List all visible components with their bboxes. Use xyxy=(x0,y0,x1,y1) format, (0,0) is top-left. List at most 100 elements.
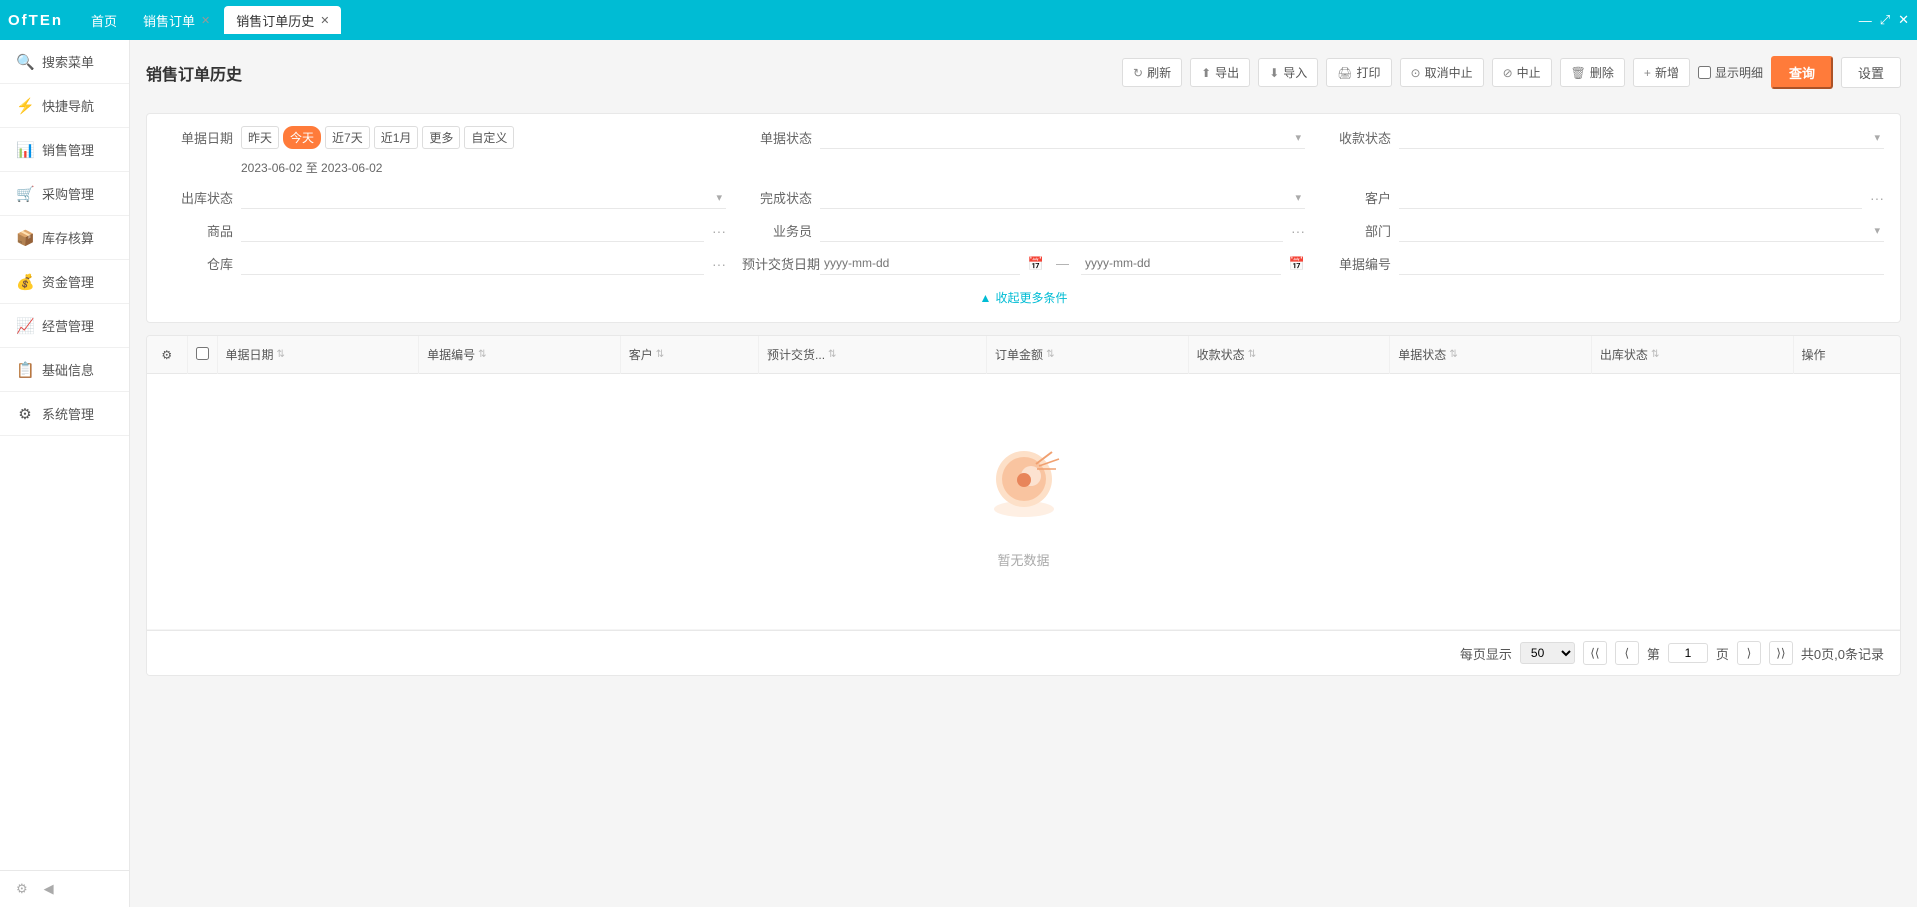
toolbar-btn-刷新[interactable]: ↻刷新 xyxy=(1122,58,1182,87)
th-单据状态[interactable]: 单据状态⇅ xyxy=(1390,336,1592,374)
sort-icon[interactable]: ⇅ xyxy=(277,349,285,360)
filter-delivery-status: 出库状态 xyxy=(163,186,726,209)
toolbar: ↻刷新 ⬆导出 ⬇导入 🖨打印 ⊙取消中止 ⊘中止 🗑删除 +新增 显示明细 查询 设置 xyxy=(1122,56,1901,89)
table-header-row: ⚙ 单据日期⇅单据编号⇅客户⇅预计交货...⇅订单金额⇅收款状态⇅单据状态⇅出库… xyxy=(147,336,1900,374)
close-window-icon[interactable]: ✕ xyxy=(1898,12,1909,28)
salesperson-dots[interactable]: ··· xyxy=(1291,223,1305,239)
toolbar-btn-导入[interactable]: ⬇导入 xyxy=(1258,58,1318,87)
last-page-btn[interactable]: ⟩⟩ xyxy=(1769,641,1793,665)
date-btn-1month[interactable]: 近1月 xyxy=(374,126,419,149)
per-page-select[interactable]: 501020100 xyxy=(1520,642,1575,664)
page-unit: 页 xyxy=(1716,644,1729,663)
th-客户[interactable]: 客户⇅ xyxy=(620,336,758,374)
first-page-btn[interactable]: ⟨⟨ xyxy=(1583,641,1607,665)
toolbar-btn-取消中止[interactable]: ⊙取消中止 xyxy=(1400,58,1484,87)
sidebar-item-6[interactable]: 📈经营管理 xyxy=(0,304,129,348)
order-no-input[interactable] xyxy=(1399,252,1884,275)
sidebar-item-4[interactable]: 📦库存核算 xyxy=(0,216,129,260)
tab-销售订单历史[interactable]: 销售订单历史✕ xyxy=(224,6,341,34)
customer-input[interactable] xyxy=(1399,186,1862,209)
customer-dots[interactable]: ··· xyxy=(1870,190,1884,206)
sort-icon[interactable]: ⇅ xyxy=(478,349,486,360)
empty-row: 暂无数据 xyxy=(147,374,1900,630)
window-controls: — ⤢ ✕ xyxy=(1859,12,1909,28)
tab-list: 首页销售订单✕销售订单历史✕ xyxy=(79,6,1859,34)
th-预计交货...[interactable]: 预计交货...⇅ xyxy=(759,336,987,374)
sort-icon[interactable]: ⇅ xyxy=(1651,349,1659,360)
payment-status-select[interactable] xyxy=(1399,126,1884,149)
delivery-status-select[interactable] xyxy=(241,186,726,209)
dept-select[interactable] xyxy=(1399,219,1884,242)
th-checkbox[interactable] xyxy=(187,336,217,374)
sidebar-label-6: 经营管理 xyxy=(42,316,94,335)
settings-button[interactable]: 设置 xyxy=(1841,57,1901,88)
select-all-checkbox[interactable] xyxy=(196,347,209,360)
sidebar-item-3[interactable]: 🛒采购管理 xyxy=(0,172,129,216)
filter-row-3: 商品 ··· 业务员 ··· 部门 xyxy=(163,219,1884,242)
sidebar-item-0[interactable]: 🔍搜索菜单 xyxy=(0,40,129,84)
gear-icon[interactable]: ⚙ xyxy=(161,348,172,362)
tab-首页[interactable]: 首页 xyxy=(79,6,129,34)
toolbar-btn-导出[interactable]: ⬆导出 xyxy=(1190,58,1250,87)
empty-state: 暂无数据 xyxy=(147,374,1900,629)
th-settings[interactable]: ⚙ xyxy=(147,336,187,374)
sidebar-item-5[interactable]: 💰资金管理 xyxy=(0,260,129,304)
salesperson-input[interactable] xyxy=(820,219,1283,242)
date-btn-custom[interactable]: 自定义 xyxy=(464,126,514,149)
page-number-input[interactable] xyxy=(1668,643,1708,663)
th-出库状态[interactable]: 出库状态⇅ xyxy=(1591,336,1793,374)
expected-date-from[interactable] xyxy=(820,252,1020,275)
warehouse-input[interactable] xyxy=(241,252,704,275)
expand-icon[interactable]: ⤢ xyxy=(1880,12,1890,28)
tab-销售订单[interactable]: 销售订单 ✕ xyxy=(131,6,222,34)
sidebar-item-8[interactable]: ⚙系统管理 xyxy=(0,392,129,436)
expected-date-to[interactable] xyxy=(1081,252,1281,275)
date-btn-more[interactable]: 更多 xyxy=(422,126,460,149)
minimize-icon[interactable]: — xyxy=(1859,13,1872,28)
sidebar-item-1[interactable]: ⚡快捷导航 xyxy=(0,84,129,128)
query-button[interactable]: 查询 xyxy=(1771,56,1833,89)
sort-icon[interactable]: ⇅ xyxy=(1248,349,1256,360)
calendar-icon-to[interactable]: 📅 xyxy=(1289,256,1305,272)
toolbar-btn-删除[interactable]: 🗑删除 xyxy=(1560,58,1625,87)
display-columns-checkbox[interactable] xyxy=(1698,66,1711,79)
sidebar-item-7[interactable]: 📋基础信息 xyxy=(0,348,129,392)
date-btn-7days[interactable]: 近7天 xyxy=(325,126,370,149)
settings-icon[interactable]: ⚙ xyxy=(16,881,28,897)
collapse-button[interactable]: ▲ 收起更多条件 xyxy=(163,285,1884,310)
warehouse-label: 仓库 xyxy=(163,254,233,273)
toolbar-btn-新增[interactable]: +新增 xyxy=(1633,58,1690,87)
complete-status-select-wrap[interactable] xyxy=(820,186,1305,209)
delivery-status-select-wrap[interactable] xyxy=(241,186,726,209)
calendar-icon-from[interactable]: 📅 xyxy=(1028,256,1044,272)
date-btn-today[interactable]: 今天 xyxy=(283,126,321,149)
th-订单金额[interactable]: 订单金额⇅ xyxy=(987,336,1189,374)
sidebar-item-2[interactable]: 📊销售管理 xyxy=(0,128,129,172)
display-columns-toggle[interactable]: 显示明细 xyxy=(1698,64,1763,81)
complete-status-select[interactable] xyxy=(820,186,1305,209)
prev-page-btn[interactable]: ⟨ xyxy=(1615,641,1639,665)
sidebar-label-3: 采购管理 xyxy=(42,184,94,203)
next-page-btn[interactable]: ⟩ xyxy=(1737,641,1761,665)
tab-label: 销售订单 xyxy=(143,11,195,30)
order-status-select[interactable] xyxy=(820,126,1305,149)
toolbar-btn-打印[interactable]: 🖨打印 xyxy=(1326,58,1391,87)
date-btn-yesterday[interactable]: 昨天 xyxy=(241,126,279,149)
collapse-sidebar-icon[interactable]: ◀ xyxy=(44,881,54,897)
product-dots[interactable]: ··· xyxy=(712,223,726,239)
product-input[interactable] xyxy=(241,219,704,242)
tab-close-icon[interactable]: ✕ xyxy=(201,14,210,27)
warehouse-dots[interactable]: ··· xyxy=(712,256,726,272)
tab-close-icon[interactable]: ✕ xyxy=(320,14,329,27)
dept-select-wrap[interactable] xyxy=(1399,219,1884,242)
th-收款状态[interactable]: 收款状态⇅ xyxy=(1188,336,1390,374)
sort-icon[interactable]: ⇅ xyxy=(1449,349,1457,360)
th-单据日期[interactable]: 单据日期⇅ xyxy=(217,336,419,374)
sort-icon[interactable]: ⇅ xyxy=(828,349,836,360)
order-status-select-wrap[interactable] xyxy=(820,126,1305,149)
toolbar-btn-中止[interactable]: ⊘中止 xyxy=(1492,58,1552,87)
sort-icon[interactable]: ⇅ xyxy=(1046,349,1054,360)
th-单据编号[interactable]: 单据编号⇅ xyxy=(419,336,621,374)
sort-icon[interactable]: ⇅ xyxy=(656,349,664,360)
payment-status-select-wrap[interactable] xyxy=(1399,126,1884,149)
